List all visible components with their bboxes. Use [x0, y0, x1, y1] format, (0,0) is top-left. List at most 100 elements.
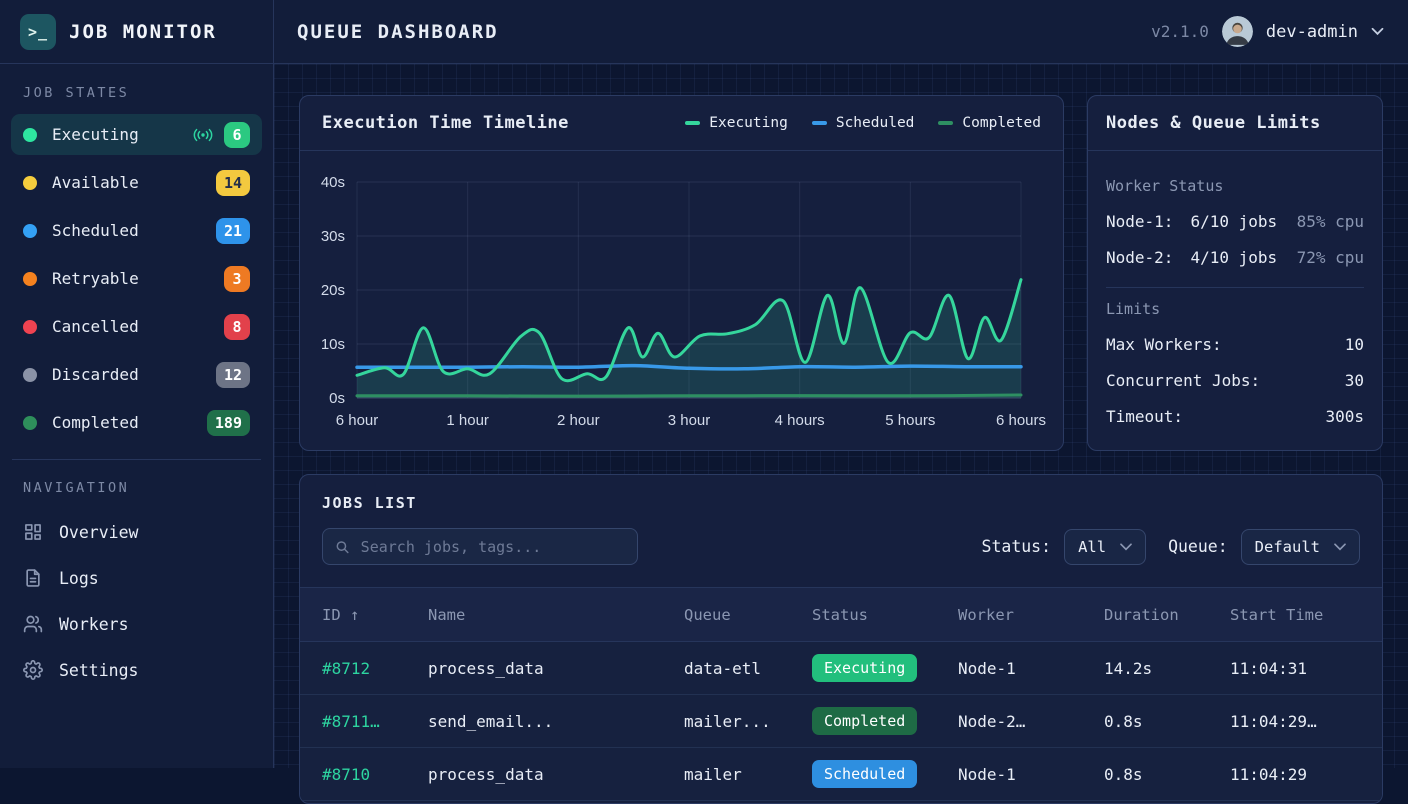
job-queue: data-etl — [684, 658, 762, 678]
page-title: QUEUE DASHBOARD — [297, 20, 499, 43]
version-label: v2.1.0 — [1151, 22, 1209, 41]
column-header[interactable]: Name — [428, 606, 684, 624]
nodes-panel: Nodes & Queue Limits Worker Status Node-… — [1087, 95, 1383, 451]
limit-row: Timeout: 300s — [1106, 407, 1364, 426]
search-input[interactable] — [358, 536, 625, 557]
legend-label: Executing — [709, 115, 788, 131]
state-dot-icon — [23, 223, 37, 238]
worker-node: Node-1: — [1106, 212, 1174, 231]
app-title: JOB MONITOR — [69, 20, 217, 43]
avatar[interactable] — [1221, 16, 1253, 47]
jobs-panel: JOBS LIST Status: All Queue: Default — [299, 474, 1383, 804]
sidebar-state-item[interactable]: Retryable 3 — [11, 258, 262, 299]
state-label: Retryable — [52, 269, 139, 288]
username[interactable]: dev-admin — [1266, 22, 1358, 42]
queue-filter-value: Default — [1254, 537, 1320, 556]
top-bar: >_ JOB MONITOR QUEUE DASHBOARD v2.1.0 de… — [0, 0, 1408, 64]
job-id-link[interactable]: #8711… — [322, 712, 428, 731]
limits-title: Limits — [1106, 300, 1161, 318]
nav-item-workers[interactable]: Workers — [11, 601, 262, 647]
nav-item-settings[interactable]: Settings — [11, 647, 262, 693]
status-filter-value: All — [1078, 537, 1107, 556]
worker-row: Node-2: 4/10 jobs 72% cpu — [1106, 248, 1364, 267]
job-queue: mailer... — [684, 711, 771, 731]
main-content: Execution Time Timeline Executing Schedu… — [274, 64, 1408, 804]
sidebar-state-item[interactable]: Executing 6 — [11, 114, 262, 155]
brand: >_ JOB MONITOR — [0, 0, 274, 63]
legend-label: Completed — [962, 115, 1041, 131]
grid-icon — [25, 524, 41, 540]
column-header[interactable]: ID ↑ — [322, 606, 428, 624]
queue-filter-label: Queue: — [1168, 537, 1228, 556]
svg-text:10s: 10s — [321, 336, 345, 353]
svg-text:6 hour: 6 hour — [336, 412, 379, 429]
limit-label: Max Workers: — [1106, 335, 1222, 354]
nodes-divider — [1106, 287, 1364, 288]
nav-item-overview[interactable]: Overview — [11, 509, 262, 555]
job-states-list: Executing 6 Available 14 Scheduled 21 Re… — [11, 114, 262, 443]
status-badge: Scheduled — [812, 760, 918, 788]
column-header[interactable]: Queue — [684, 606, 812, 624]
gear-icon — [23, 660, 43, 680]
job-name: send_email... — [428, 711, 554, 731]
sidebar-state-item[interactable]: Cancelled 8 — [11, 306, 262, 347]
state-dot-icon — [23, 319, 37, 334]
job-name: process_data — [428, 764, 544, 784]
column-header[interactable]: Worker — [958, 606, 1104, 624]
chevron-down-icon[interactable] — [1371, 27, 1384, 36]
sidebar-state-item[interactable]: Available 14 — [11, 162, 262, 203]
nav-item-logs[interactable]: Logs — [11, 555, 262, 601]
timeline-chart: 0s 10s 20s 30s 40s 6 hour 1 hour 2 hour 3 hour 4 … — [321, 174, 1046, 429]
column-header[interactable]: Status — [812, 606, 958, 624]
job-start-time: 11:04:29 — [1230, 764, 1308, 784]
state-label: Available — [52, 173, 139, 192]
chevron-down-icon — [1120, 542, 1132, 551]
search-box[interactable] — [322, 528, 638, 565]
svg-text:2 hour: 2 hour — [557, 412, 600, 429]
svg-text:20s: 20s — [321, 282, 345, 299]
state-dot-icon — [23, 367, 37, 382]
state-dot-icon — [23, 127, 37, 142]
state-label: Cancelled — [52, 317, 139, 336]
document-icon — [26, 569, 40, 587]
state-label: Completed — [52, 413, 139, 432]
legend-swatch-icon — [811, 121, 827, 125]
job-queue: mailer — [684, 764, 742, 784]
job-duration: 14.2s — [1104, 658, 1153, 678]
job-duration: 0.8s — [1104, 764, 1143, 784]
sidebar-state-item[interactable]: Scheduled 21 — [11, 210, 262, 251]
worker-row: Node-1: 6/10 jobs 85% cpu — [1106, 212, 1364, 231]
user-area: v2.1.0 dev-admin — [1151, 16, 1408, 47]
job-id-link[interactable]: #8710 — [322, 765, 428, 784]
chevron-down-icon — [1334, 542, 1346, 551]
state-count-badge: 6 — [224, 121, 250, 148]
worker-jobs: 4/10 jobs — [1190, 248, 1278, 267]
column-header[interactable]: Start Time — [1230, 606, 1382, 624]
job-worker: Node-1 — [958, 764, 1016, 784]
status-filter-select[interactable]: All — [1064, 528, 1147, 565]
table-row[interactable]: #8712 process_data data-etl Executing No… — [300, 642, 1382, 695]
queue-filter-select[interactable]: Default — [1240, 528, 1360, 565]
worker-jobs: 6/10 jobs — [1190, 212, 1278, 231]
state-count-badge: 12 — [215, 361, 250, 388]
job-name: process_data — [428, 658, 544, 678]
job-id-link[interactable]: #8712 — [322, 659, 428, 678]
nodes-panel-title: Nodes & Queue Limits — [1106, 113, 1321, 133]
svg-text:3 hour: 3 hour — [668, 412, 711, 429]
job-duration: 0.8s — [1104, 711, 1143, 731]
table-row[interactable]: #8710 process_data mailer Scheduled Node… — [300, 748, 1382, 801]
legend-swatch-icon — [938, 121, 954, 125]
sidebar-state-item[interactable]: Discarded 12 — [11, 354, 262, 395]
job-start-time: 11:04:31 — [1230, 658, 1308, 678]
status-filter-label: Status: — [981, 537, 1052, 556]
state-label: Scheduled — [52, 221, 139, 240]
table-row[interactable]: #8711… send_email... mailer... Completed… — [300, 695, 1382, 748]
sidebar-state-item[interactable]: Completed 189 — [11, 402, 262, 443]
worker-status-title: Worker Status — [1106, 177, 1224, 195]
users-icon — [23, 615, 43, 633]
limit-value: 10 — [1344, 335, 1364, 354]
limit-row: Max Workers: 10 — [1106, 335, 1364, 354]
svg-text:1 hour: 1 hour — [446, 412, 489, 429]
column-header[interactable]: Duration — [1104, 606, 1230, 624]
worker-cpu: 72% cpu — [1296, 248, 1364, 267]
